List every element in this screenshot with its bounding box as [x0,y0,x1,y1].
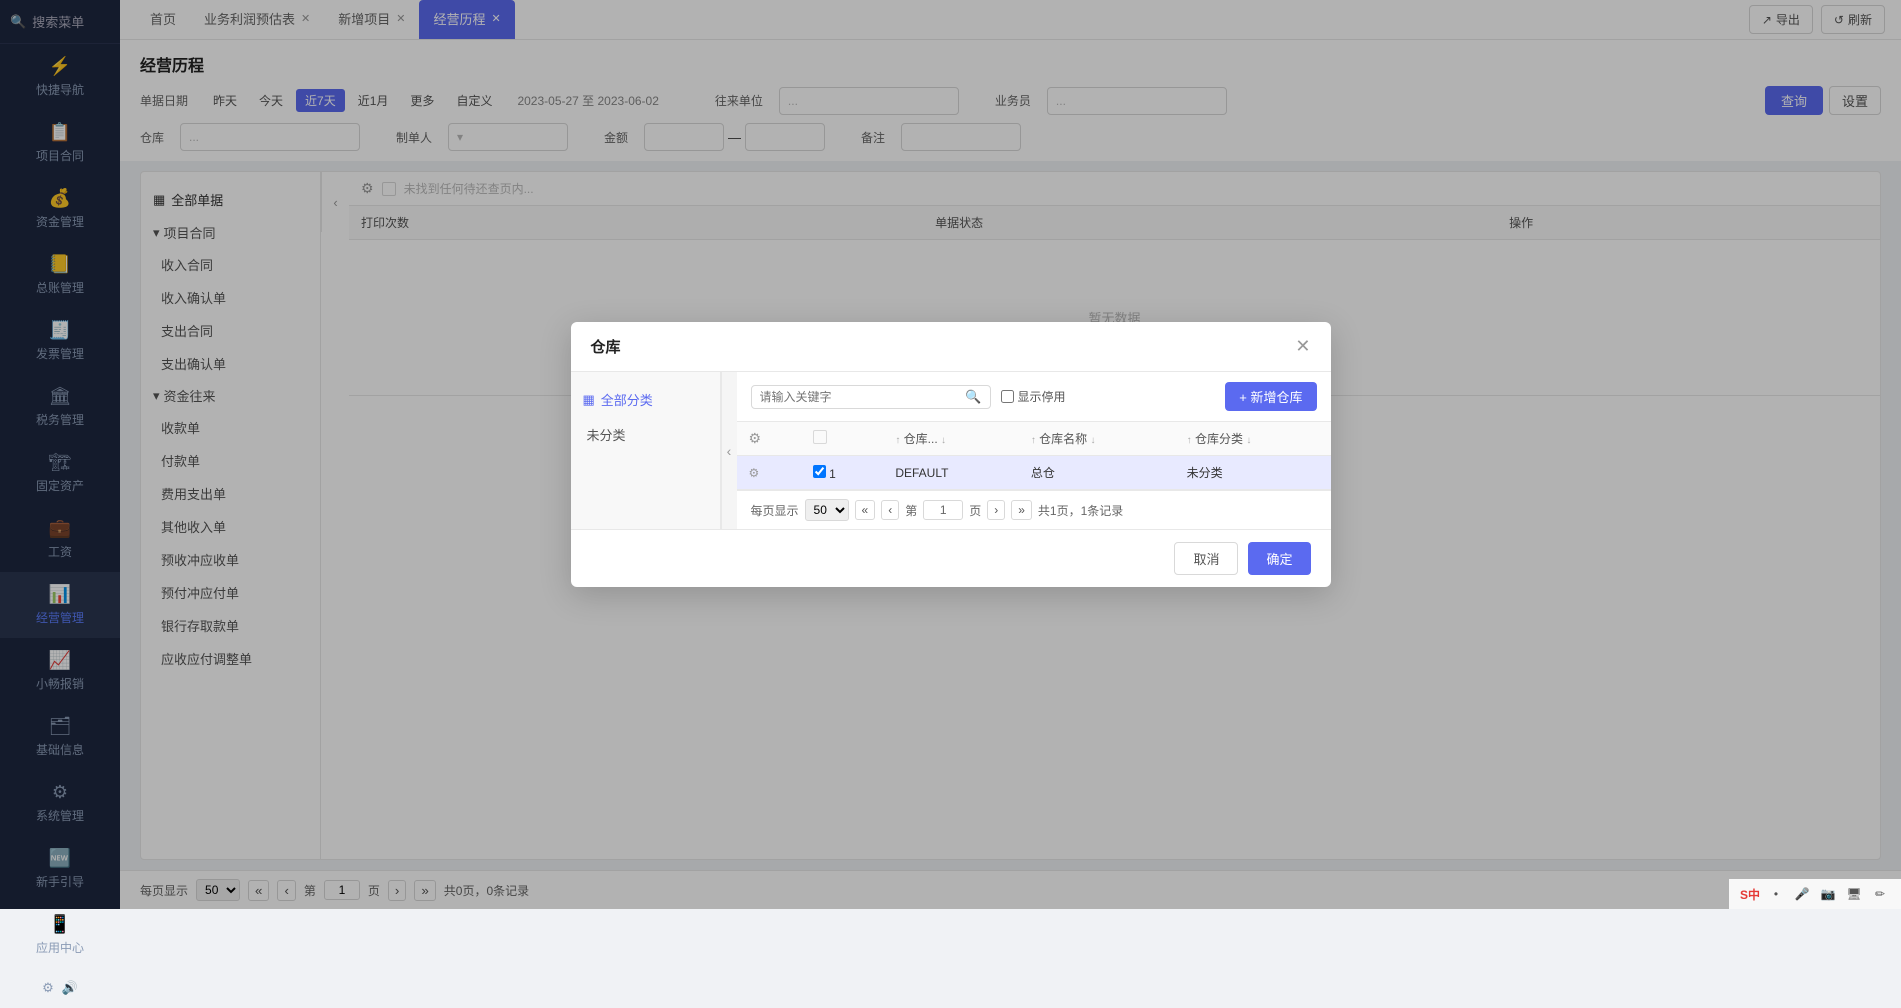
modal-search-input[interactable] [760,390,966,404]
app-center-icon: 📱 [49,914,71,935]
table-row[interactable]: ⚙ 1 DEFAULT 总仓 未分类 [737,456,1331,490]
row-gear-icon[interactable]: ⚙ [749,466,760,480]
modal-page-label: 第 [905,502,917,519]
taskbar-dot-icon[interactable]: • [1765,883,1787,905]
show-disabled-wrap: 显示停用 [1001,388,1066,405]
modal-page-suffix: 页 [969,502,981,519]
sort-down-icon2: ↓ [1091,435,1096,446]
modal-col-name[interactable]: ↑ 仓库名称 ↓ [1019,422,1175,456]
sort-up-icon: ↑ [895,435,900,446]
row-code: DEFAULT [883,456,1018,490]
add-warehouse-btn[interactable]: + 新增仓库 [1225,382,1316,411]
modal-col-gear: ⚙ [737,422,801,456]
sort-down-icon3: ↓ [1246,435,1251,446]
modal-all-category-label: 全部分类 [601,390,653,409]
modal-header: 仓库 ✕ [571,322,1331,372]
grid-icon: ▦ [583,392,595,408]
modal-toolbar: 🔍 显示停用 + 新增仓库 [737,372,1331,422]
modal-pagination: 每页显示 50 « ‹ 第 页 › » 共1页，1条记录 [737,490,1331,529]
modal-all-category[interactable]: ▦ 全部分类 [571,382,720,417]
modal-per-page-label: 每页显示 [751,502,799,519]
show-disabled-label: 显示停用 [1018,388,1066,405]
sidebar-bottom: ⚙ 🔊 [0,968,120,1008]
sort-up-icon3: ↑ [1187,435,1192,446]
sidebar-item-app-center[interactable]: 📱 应用中心 [0,902,120,968]
modal-body: ▦ 全部分类 未分类 ‹ 🔍 [571,372,1331,529]
modal-unclassified[interactable]: 未分类 [571,417,720,452]
row-checkbox-cell: 1 [801,456,884,490]
sidebar-item-label: 应用中心 [36,939,84,956]
row-num: 1 [829,467,836,481]
row-name: 总仓 [1019,456,1175,490]
modal-search-wrap: 🔍 [751,385,991,409]
modal-col-category[interactable]: ↑ 仓库分类 ↓ [1175,422,1331,456]
settings-icon: ⚙ [42,980,54,996]
modal-page-input[interactable] [923,500,963,520]
modal-gear-icon[interactable]: ⚙ [749,430,762,446]
modal-unclassified-label: 未分类 [587,428,626,443]
modal-total-records: 共1页，1条记录 [1038,502,1123,519]
taskbar-screen-icon[interactable]: 🖥 [1843,883,1865,905]
sort-up-icon2: ↑ [1031,435,1036,446]
sidebar-settings-btn[interactable]: ⚙ 🔊 [0,968,120,1008]
modal-col-checkbox [801,422,884,456]
sort-down-icon: ↓ [941,435,946,446]
modal-select-all-checkbox[interactable] [813,430,827,444]
cancel-button[interactable]: 取消 [1174,542,1238,575]
modal-search-icon[interactable]: 🔍 [965,389,981,405]
modal-table-wrap: ⚙ ↑ 仓库... ↓ [737,422,1331,490]
confirm-button[interactable]: 确定 [1248,542,1310,575]
modal-per-page-select[interactable]: 50 [805,499,849,521]
modal-footer: 取消 确定 [571,529,1331,587]
taskbar-camera-icon[interactable]: 📷 [1817,883,1839,905]
sound-icon: 🔊 [62,980,78,996]
modal-col-code-label: 仓库... [904,432,938,446]
taskbar: S中 • 🎤 📷 🖥 ✏ [1729,879,1901,909]
modal-next-page-btn[interactable]: › [987,500,1005,520]
row-category: 未分类 [1175,456,1331,490]
modal-col-category-label: 仓库分类 [1195,432,1243,446]
modal-col-code[interactable]: ↑ 仓库... ↓ [883,422,1018,456]
modal-right-panel: 🔍 显示停用 + 新增仓库 [737,372,1331,529]
taskbar-s-icon[interactable]: S中 [1739,883,1761,905]
modal-title: 仓库 [591,336,621,357]
modal-close-btn[interactable]: ✕ [1295,336,1310,357]
modal-warehouse-table: ⚙ ↑ 仓库... ↓ [737,422,1331,490]
row-checkbox[interactable] [813,465,826,478]
show-disabled-checkbox[interactable] [1001,390,1014,403]
modal-left-panel: ▦ 全部分类 未分类 [571,372,721,529]
taskbar-edit-icon[interactable]: ✏ [1869,883,1891,905]
warehouse-modal: 仓库 ✕ ▦ 全部分类 未分类 ‹ [571,322,1331,587]
modal-prev-page-btn[interactable]: ‹ [881,500,899,520]
modal-last-page-btn[interactable]: » [1011,500,1032,520]
taskbar-mic-icon[interactable]: 🎤 [1791,883,1813,905]
modal-overlay: 仓库 ✕ ▦ 全部分类 未分类 ‹ [0,0,1901,909]
modal-left-collapse-btn[interactable]: ‹ [721,372,737,529]
modal-first-page-btn[interactable]: « [855,500,876,520]
modal-col-name-label: 仓库名称 [1039,432,1087,446]
row-gear-cell: ⚙ [737,456,801,490]
